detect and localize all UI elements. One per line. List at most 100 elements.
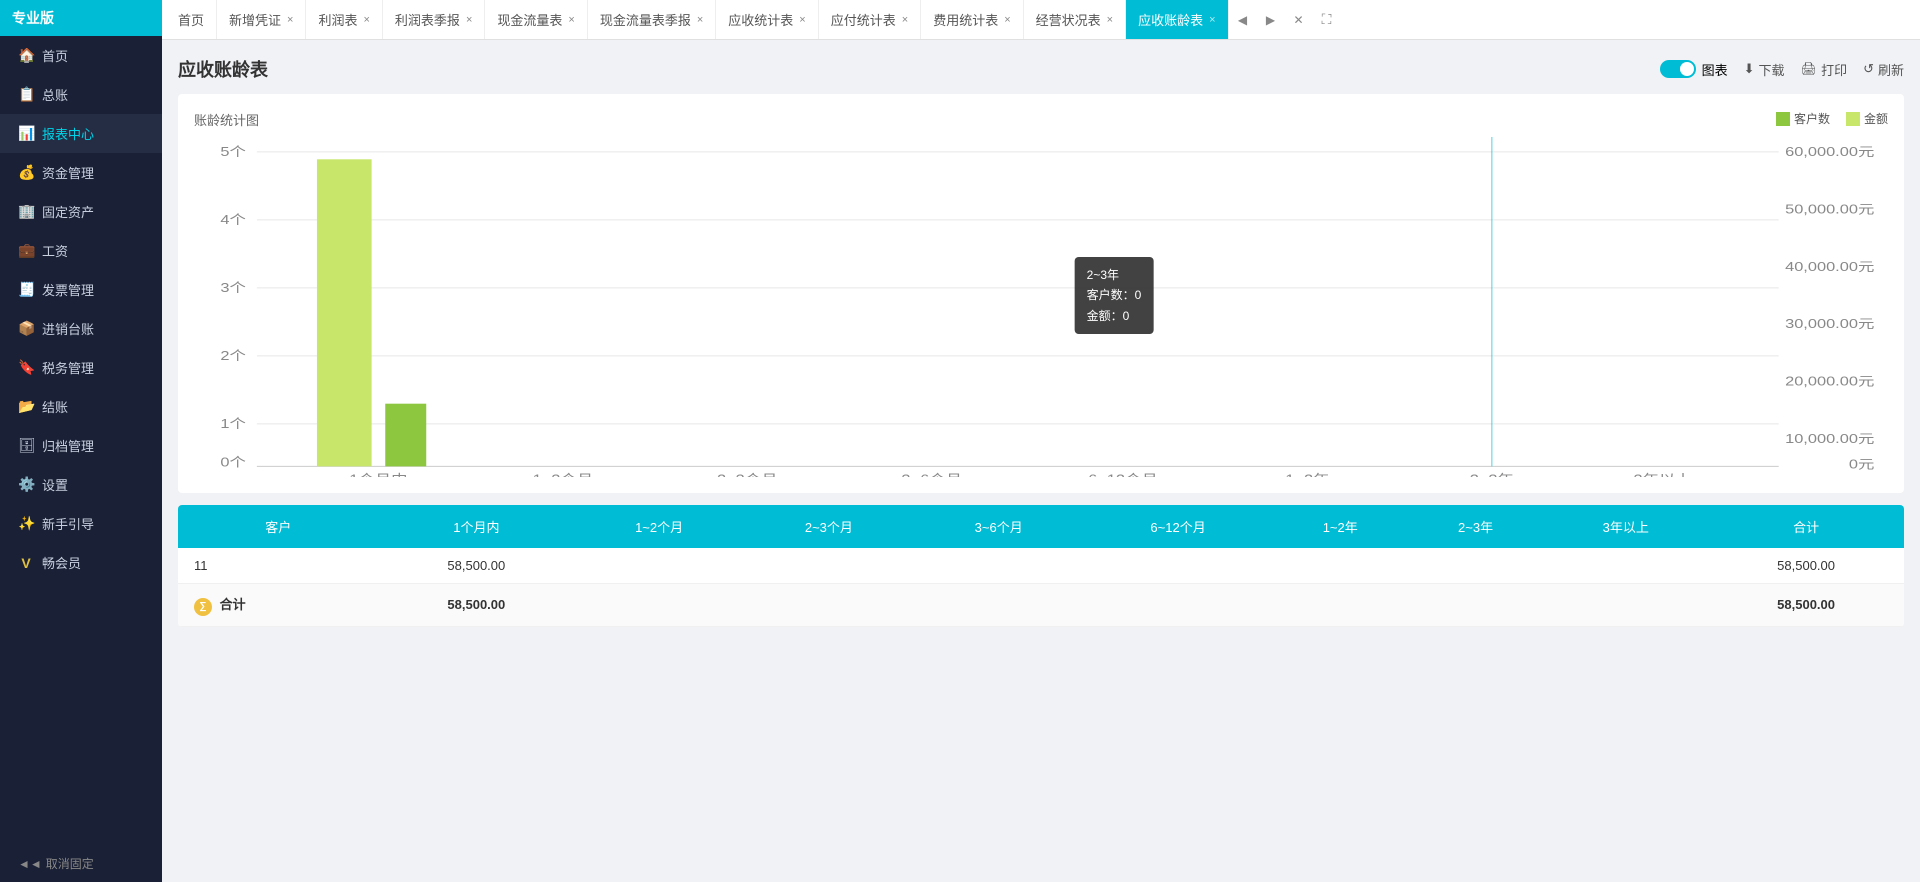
refresh-icon: ↺	[1863, 61, 1874, 77]
svg-text:50,000.00元: 50,000.00元	[1785, 203, 1875, 217]
tab-prev-button[interactable]: ◀	[1231, 8, 1255, 32]
td-m612	[1084, 548, 1273, 584]
svg-text:6~12个月: 6~12个月	[1088, 472, 1158, 477]
tax-icon: 🔖	[18, 359, 34, 376]
chart-container: 账龄统计图 客户数 金额 5个 4个 3个 2个 1个	[178, 94, 1904, 493]
home-icon: 🏠	[18, 47, 34, 64]
th-m1: 1个月内	[378, 505, 574, 548]
svg-text:4个: 4个	[220, 213, 246, 228]
svg-text:5个: 5个	[220, 145, 246, 160]
tab-ap-stats-close[interactable]: ×	[902, 14, 908, 26]
sidebar-item-salary-label: 工资	[42, 241, 68, 260]
tab-expense-close[interactable]: ×	[1004, 14, 1010, 26]
tab-next-button[interactable]: ▶	[1259, 8, 1283, 32]
td-total-m23	[744, 584, 914, 627]
tab-home[interactable]: 首页	[166, 0, 217, 40]
tab-voucher[interactable]: 新增凭证 ×	[217, 0, 306, 40]
sidebar-item-settings[interactable]: ⚙️ 设置	[0, 465, 162, 504]
sidebar-item-tax[interactable]: 🔖 税务管理	[0, 348, 162, 387]
content-area: 应收账龄表 图表 ⬇ 下载 🖨 打印 ↺ 刷新	[162, 40, 1920, 882]
sidebar-item-tax-label: 税务管理	[42, 358, 94, 377]
tab-close-all-button[interactable]: ✕	[1287, 8, 1311, 32]
tab-cashflow-close[interactable]: ×	[568, 14, 574, 26]
tab-profit-q-close[interactable]: ×	[466, 14, 472, 26]
sidebar-item-assets[interactable]: 🏢 固定资产	[0, 192, 162, 231]
tab-ar-stats-close[interactable]: ×	[799, 14, 805, 26]
chart-toggle[interactable]	[1660, 60, 1696, 78]
sidebar-item-invoice[interactable]: 🧾 发票管理	[0, 270, 162, 309]
svg-text:0元: 0元	[1849, 458, 1875, 472]
tab-expand-button[interactable]: ⛶	[1315, 8, 1339, 32]
sidebar-item-archive[interactable]: 🗄 归档管理	[0, 426, 162, 465]
tab-ar-aging[interactable]: 应收账龄表 ×	[1126, 0, 1228, 40]
sidebar-item-reports-label: 报表中心	[42, 124, 94, 143]
svg-text:40,000.00元: 40,000.00元	[1785, 260, 1875, 274]
unpin-label: 取消固定	[46, 855, 94, 872]
ledger-icon: 📋	[18, 86, 34, 103]
bar-amount-1month	[317, 159, 372, 466]
sidebar-item-member[interactable]: V 畅会员	[0, 543, 162, 582]
tab-ar-stats[interactable]: 应收统计表 ×	[716, 0, 818, 40]
print-label: 打印	[1821, 60, 1847, 79]
td-total-label: ∑ 合计	[178, 584, 378, 627]
svg-text:30,000.00元: 30,000.00元	[1785, 318, 1875, 332]
download-label: 下载	[1759, 60, 1785, 79]
sidebar-item-ledger[interactable]: 📋 总账	[0, 75, 162, 114]
unpin-button[interactable]: ◄◄ 取消固定	[0, 845, 162, 882]
legend-customer-label: 客户数	[1794, 110, 1830, 127]
sidebar-item-settle[interactable]: 📂 结账	[0, 387, 162, 426]
tab-profit-q-label: 利润表季报	[395, 10, 460, 29]
salary-icon: 💼	[18, 242, 34, 259]
sidebar-item-purchase-label: 进销台账	[42, 319, 94, 338]
tab-business-close[interactable]: ×	[1107, 14, 1113, 26]
tab-expense[interactable]: 费用统计表 ×	[921, 0, 1023, 40]
tab-ap-stats[interactable]: 应付统计表 ×	[819, 0, 921, 40]
th-m23: 2~3个月	[744, 505, 914, 548]
chart-toggle-wrapper: 图表	[1660, 60, 1728, 79]
sidebar-item-purchase[interactable]: 📦 进销台账	[0, 309, 162, 348]
capital-icon: 💰	[18, 164, 34, 181]
td-total-m12	[574, 584, 744, 627]
tab-profit-q[interactable]: 利润表季报 ×	[383, 0, 485, 40]
td-total: 58,500.00	[1708, 548, 1904, 584]
tab-expense-label: 费用统计表	[933, 10, 998, 29]
download-button[interactable]: ⬇ 下载	[1744, 60, 1785, 79]
sidebar-item-reports[interactable]: 📊 报表中心	[0, 114, 162, 153]
total-label: 合计	[220, 597, 246, 612]
legend-amount-label: 金额	[1864, 110, 1888, 127]
tab-profit-close[interactable]: ×	[363, 14, 369, 26]
td-m12	[574, 548, 744, 584]
svg-text:60,000.00元: 60,000.00元	[1785, 146, 1875, 160]
tab-home-label: 首页	[178, 10, 204, 29]
total-icon: ∑	[194, 598, 212, 616]
tab-ar-aging-close[interactable]: ×	[1209, 14, 1215, 26]
sidebar: 专业版 🏠 首页 📋 总账 📊 报表中心 💰 资金管理 🏢 固定资产 💼 工资 …	[0, 0, 162, 882]
sidebar-item-capital-label: 资金管理	[42, 163, 94, 182]
tab-bar: 首页 新增凭证 × 利润表 × 利润表季报 × 现金流量表 × 现金流量表季报 …	[162, 0, 1920, 40]
tab-voucher-close[interactable]: ×	[287, 14, 293, 26]
sidebar-item-settings-label: 设置	[42, 475, 68, 494]
chart-toggle-label: 图表	[1702, 60, 1728, 79]
data-table: 客户 1个月内 1~2个月 2~3个月 3~6个月 6~12个月 1~2年 2~…	[178, 505, 1904, 627]
svg-text:1~2年: 1~2年	[1285, 472, 1329, 477]
sidebar-item-home[interactable]: 🏠 首页	[0, 36, 162, 75]
assets-icon: 🏢	[18, 203, 34, 220]
tab-cashflow-q[interactable]: 现金流量表季报 ×	[588, 0, 716, 40]
tab-cashflow-q-close[interactable]: ×	[697, 14, 703, 26]
tab-cashflow-q-label: 现金流量表季报	[600, 10, 691, 29]
sidebar-item-capital[interactable]: 💰 资金管理	[0, 153, 162, 192]
sidebar-item-salary[interactable]: 💼 工资	[0, 231, 162, 270]
th-y3plus: 3年以上	[1543, 505, 1708, 548]
td-total-m36	[914, 584, 1084, 627]
tab-cashflow[interactable]: 现金流量表 ×	[485, 0, 587, 40]
tab-profit[interactable]: 利润表 ×	[306, 0, 382, 40]
refresh-button[interactable]: ↺ 刷新	[1863, 60, 1904, 79]
print-button[interactable]: 🖨 打印	[1801, 60, 1848, 79]
chart-title: 账龄统计图	[194, 110, 1888, 129]
tab-business[interactable]: 经营状况表 ×	[1024, 0, 1126, 40]
sidebar-item-guide-label: 新手引导	[42, 514, 94, 533]
sidebar-item-guide[interactable]: ✨ 新手引导	[0, 504, 162, 543]
svg-text:1个: 1个	[220, 417, 246, 432]
settle-icon: 📂	[18, 398, 34, 415]
td-y23	[1408, 548, 1543, 584]
